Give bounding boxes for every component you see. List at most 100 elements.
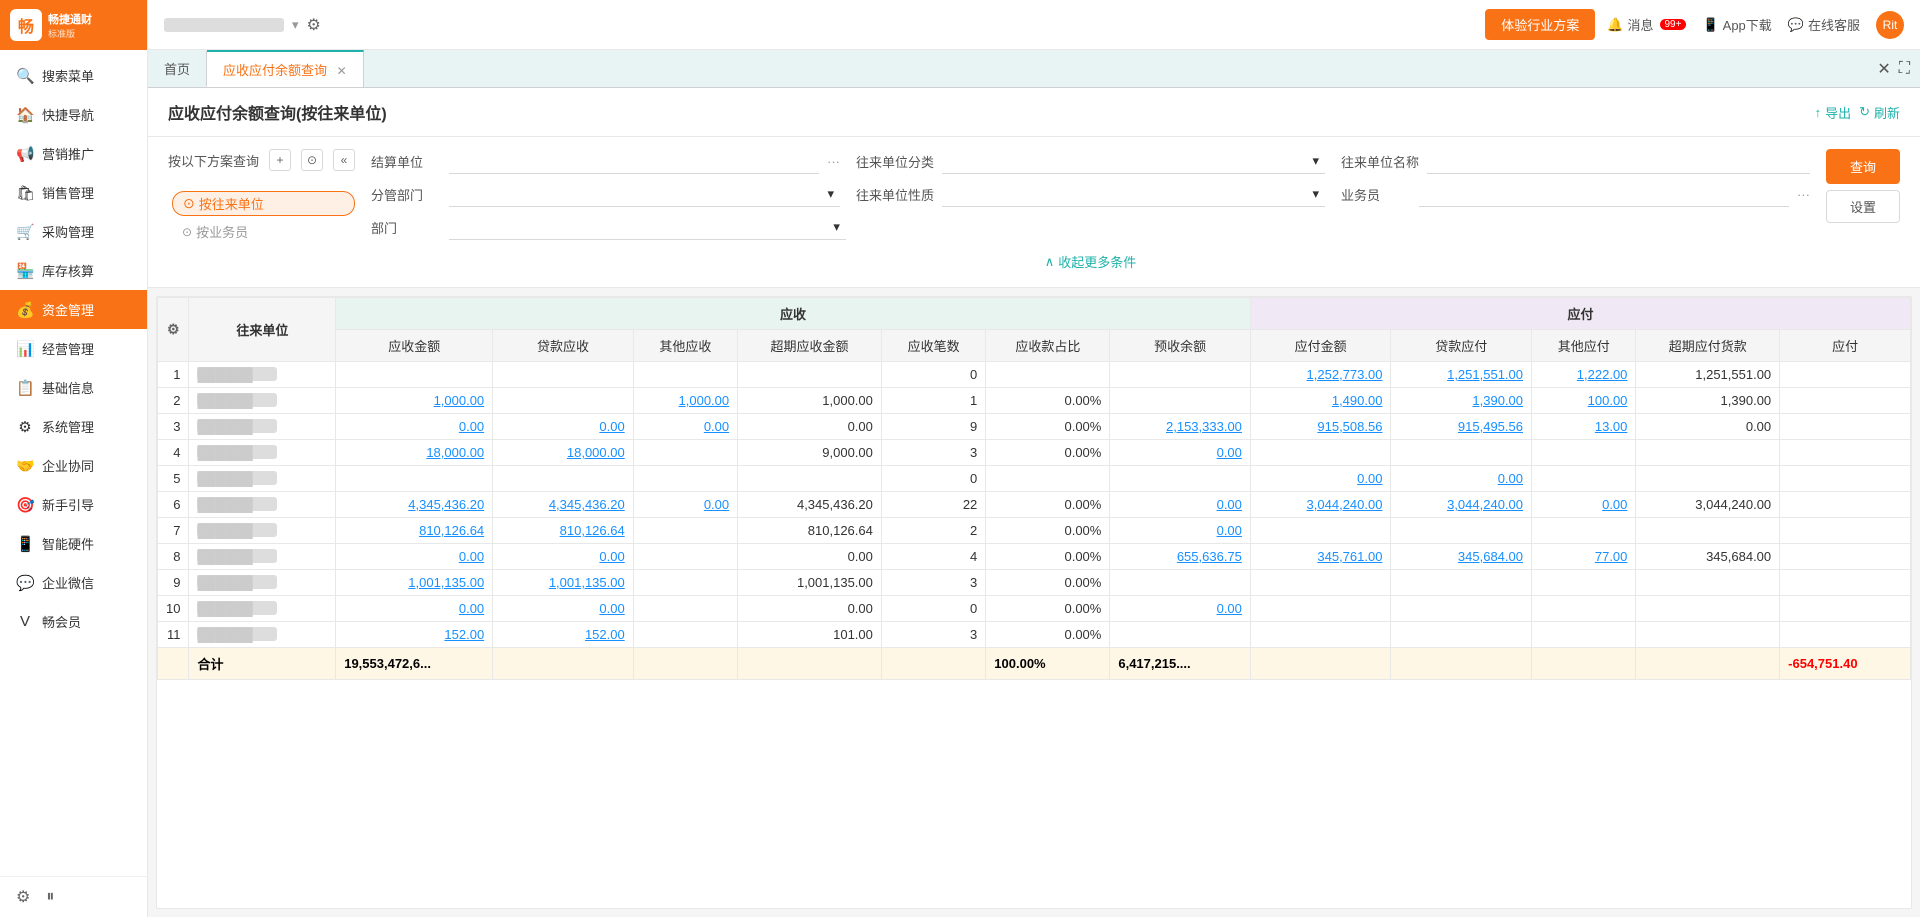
footer-ap-total: -654,751.40 [1780,648,1911,680]
sidebar-item-enterprise[interactable]: 🤝企业协同 [0,446,147,485]
filter-partner-name: 往来单位名称 [1341,150,1810,174]
export-button[interactable]: ↑ 导出 [1815,103,1852,122]
dept-select[interactable]: ▾ [449,215,846,240]
filter-settlement-unit: 结算单位 ··· [371,150,840,174]
sidebar-item-hardware[interactable]: 📱智能硬件 [0,524,147,563]
gear-icon: ⚙ [167,321,180,337]
collapse-scheme-button[interactable]: « [333,149,355,171]
company-name [164,18,284,32]
partner-name-input[interactable] [1427,150,1810,174]
add-scheme-button[interactable]: + [269,149,291,171]
query-btn-group: 查询 设置 [1826,149,1900,275]
app-download-action[interactable]: 📱 App下载 [1702,15,1771,34]
col-partner: 往来单位 [189,298,336,362]
promo-button[interactable]: 体验行业方案 [1485,9,1595,40]
sidebar-item-basic[interactable]: 📋基础信息 [0,368,147,407]
col-ar-ratio: 应收款占比 [986,330,1110,362]
col-ar-overdue: 超期应收金额 [738,330,882,362]
settings-scheme-button[interactable]: ⊙ [301,149,323,171]
filter-salesman: 业务员 ··· [1341,183,1810,207]
maximize-icon[interactable]: ⛶ [1899,60,1910,78]
query-button[interactable]: 查询 [1826,149,1900,184]
settings-button[interactable]: 设置 [1826,190,1900,223]
tab-home[interactable]: 首页 [148,51,207,86]
footer-ar-ratio: 100.00% [986,648,1110,680]
sidebar-item-capital[interactable]: 💰资金管理 [0,290,147,329]
settlement-unit-input[interactable] [449,150,819,174]
notifications-action[interactable]: 🔔 消息 99+ [1607,15,1686,34]
sidebar-item-search[interactable]: 🔍搜索菜单 [0,56,147,95]
bell-icon: 🔔 [1607,17,1623,33]
logo-icon: 畅 [10,9,42,41]
tab-arquery[interactable]: 应收应付余额查询 ✕ [207,50,364,87]
col-ar-amount: 应收金额 [336,330,493,362]
sidebar-item-inventory[interactable]: 🏪库存核算 [0,251,147,290]
sales-icon: 🛍 [16,184,34,202]
salesman-input[interactable] [1419,183,1789,207]
capital-icon: 💰 [16,301,34,319]
footer-empty [158,648,189,680]
main-area: ▾ ⚙ 体验行业方案 🔔 消息 99+ 📱 App下载 💬 在线客服 Rit [148,0,1920,917]
sidebar-item-guide[interactable]: 🎯新手引导 [0,485,147,524]
settings-icon[interactable]: ⚙ [307,15,321,35]
table-container: ⚙ 往来单位 应收 应付 应收金额 贷款应收 其他应收 超期应收金额 应收笔数 … [156,296,1912,909]
dept-manager-select[interactable]: ▾ [449,182,840,207]
tab-close-icon[interactable]: ✕ [337,64,347,78]
sidebar-item-system[interactable]: ⚙系统管理 [0,407,147,446]
partner-nature-select[interactable]: ▾ [942,182,1325,207]
sidebar-item-purchase[interactable]: 🛒采购管理 [0,212,147,251]
table-row: 1██████01,252,773.001,251,551.001,222.00… [158,362,1911,388]
refresh-icon: ↻ [1859,104,1870,120]
filter-area: 按以下方案查询 + ⊙ « ⊙ 按往来单位 ⊙ 按业务员 [148,137,1920,288]
sidebar-item-sales[interactable]: 🛍销售管理 [0,173,147,212]
col-ar-count: 应收笔数 [881,330,985,362]
scheme-salesman-tag[interactable]: ⊙ 按业务员 [172,220,355,243]
col-ap-overdue: 超期应付货款 [1636,330,1780,362]
table-settings-col[interactable]: ⚙ [158,298,189,362]
salesman-dots[interactable]: ··· [1797,187,1810,202]
table-footer-row: 合计 19,553,472,6... 100.00% 6,417,215....… [158,648,1911,680]
table-row: 10██████0.000.000.0000.00%0.00 [158,596,1911,622]
sidebar-menu: 🔍搜索菜单 🏠快捷导航 📢营销推广 🛍销售管理 🛒采购管理 🏪库存核算 💰资金管… [0,50,147,876]
collapse-filter-button[interactable]: ∧ 收起更多条件 [1045,248,1137,275]
refresh-button[interactable]: ↻ 刷新 [1859,103,1900,122]
filter-dept-manager: 分管部门 ▾ [371,182,840,207]
top-bar-left: ▾ ⚙ [164,15,1473,35]
close-icon[interactable]: ✕ [1877,59,1890,79]
sidebar-item-operation[interactable]: 📊经营管理 [0,329,147,368]
sidebar-item-quick[interactable]: 🏠快捷导航 [0,95,147,134]
online-service-action[interactable]: 💬 在线客服 [1788,15,1860,34]
notification-badge: 99+ [1660,19,1687,30]
filter-dept: 部门 ▾ [371,215,846,240]
tab-bar-right: ✕ ⛶ [1877,59,1920,79]
search-icon: 🔍 [16,67,34,85]
guide-icon: 🎯 [16,496,34,514]
filter-row-2: 分管部门 ▾ 往来单位性质 ▾ 业务员 [371,182,1810,207]
user-avatar[interactable]: Rit [1876,11,1904,39]
col-group-ap: 应付 [1250,298,1910,330]
tab-bar: 首页 应收应付余额查询 ✕ ✕ ⛶ [148,50,1920,88]
table-row: 11██████152.00152.00101.0030.00% [158,622,1911,648]
col-ap-amount: 应付金额 [1250,330,1391,362]
table-row: 5██████00.000.00 [158,466,1911,492]
sidebar-collapse-icon[interactable]: ⏸ [46,888,54,906]
sidebar-settings-icon[interactable]: ⚙ [16,887,30,907]
logo: 畅 畅捷通财 标准版 [0,0,147,50]
chevron-up-icon: ∧ [1045,254,1055,270]
footer-prepay: 6,417,215.... [1110,648,1251,680]
chevron-down-icon[interactable]: ▾ [292,17,299,33]
member-icon: V [16,613,34,630]
table-row: 6██████4,345,436.204,345,436.200.004,345… [158,492,1911,518]
top-bar-right: 🔔 消息 99+ 📱 App下载 💬 在线客服 Rit [1607,11,1904,39]
col-ap-loan: 贷款应付 [1391,330,1532,362]
footer-label: 合计 [189,648,336,680]
col-ar-loan: 贷款应收 [493,330,634,362]
sidebar-item-wechat[interactable]: 💬企业微信 [0,563,147,602]
sidebar-item-member[interactable]: V畅会员 [0,602,147,641]
ar-ap-table: ⚙ 往来单位 应收 应付 应收金额 贷款应收 其他应收 超期应收金额 应收笔数 … [157,297,1911,680]
filter-scheme-selector: 按以下方案查询 + ⊙ « [168,149,355,171]
partner-category-select[interactable]: ▾ [942,149,1325,174]
settlement-unit-dots[interactable]: ··· [827,154,840,169]
sidebar-item-marketing[interactable]: 📢营销推广 [0,134,147,173]
scheme-partner-tag[interactable]: ⊙ 按往来单位 [172,191,355,216]
